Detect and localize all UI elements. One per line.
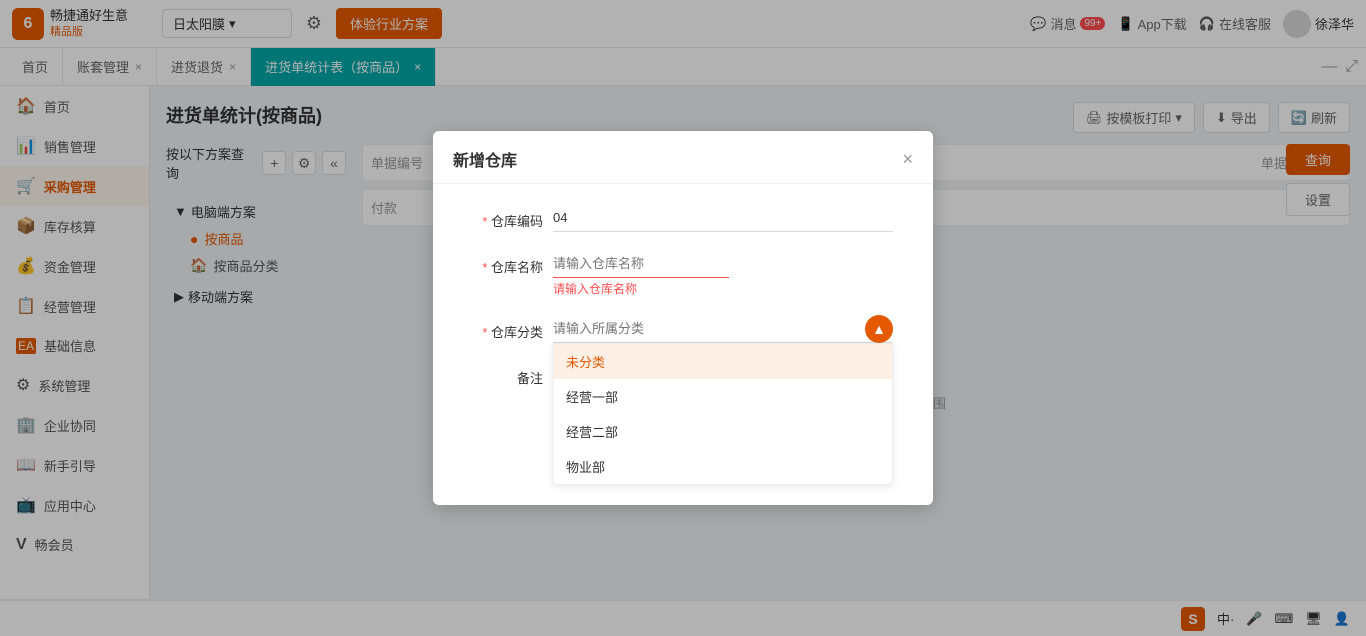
form-row-category: 仓库分类 ▲ 未分类 经营一部 经营二部 <box>473 315 893 343</box>
dropdown-item-property[interactable]: 物业部 <box>554 449 892 484</box>
dropdown-item-ops1[interactable]: 经营一部 <box>554 379 892 414</box>
name-label: 仓库名称 <box>473 250 553 276</box>
dropdown-arrow-button[interactable]: ▲ <box>865 315 893 343</box>
category-input[interactable] <box>553 315 893 343</box>
dialog-header: 新增仓库 × <box>433 131 933 184</box>
name-error-hint: 请输入仓库名称 <box>553 280 893 297</box>
dialog-overlay[interactable]: 新增仓库 × 仓库编码 仓库名称 请输入仓库名称 仓库分类 <box>0 0 1366 636</box>
form-row-code: 仓库编码 <box>473 204 893 232</box>
name-input-wrap: 请输入仓库名称 <box>553 250 893 297</box>
dropdown-item-unclassified[interactable]: 未分类 <box>554 344 892 379</box>
new-warehouse-dialog: 新增仓库 × 仓库编码 仓库名称 请输入仓库名称 仓库分类 <box>433 131 933 505</box>
name-input[interactable] <box>553 250 729 278</box>
remark-label: 备注 <box>473 361 553 387</box>
code-label: 仓库编码 <box>473 204 553 230</box>
dialog-title: 新增仓库 <box>453 147 517 171</box>
dialog-body: 仓库编码 仓库名称 请输入仓库名称 仓库分类 ▲ <box>433 184 933 449</box>
category-dropdown-list: 未分类 经营一部 经营二部 物业部 <box>553 343 893 485</box>
form-row-name: 仓库名称 请输入仓库名称 <box>473 250 893 297</box>
dropdown-item-ops2[interactable]: 经营二部 <box>554 414 892 449</box>
dialog-close-button[interactable]: × <box>902 149 913 170</box>
category-label: 仓库分类 <box>473 315 553 341</box>
category-dropdown: ▲ 未分类 经营一部 经营二部 物业部 <box>553 315 893 343</box>
code-input[interactable] <box>553 204 893 232</box>
